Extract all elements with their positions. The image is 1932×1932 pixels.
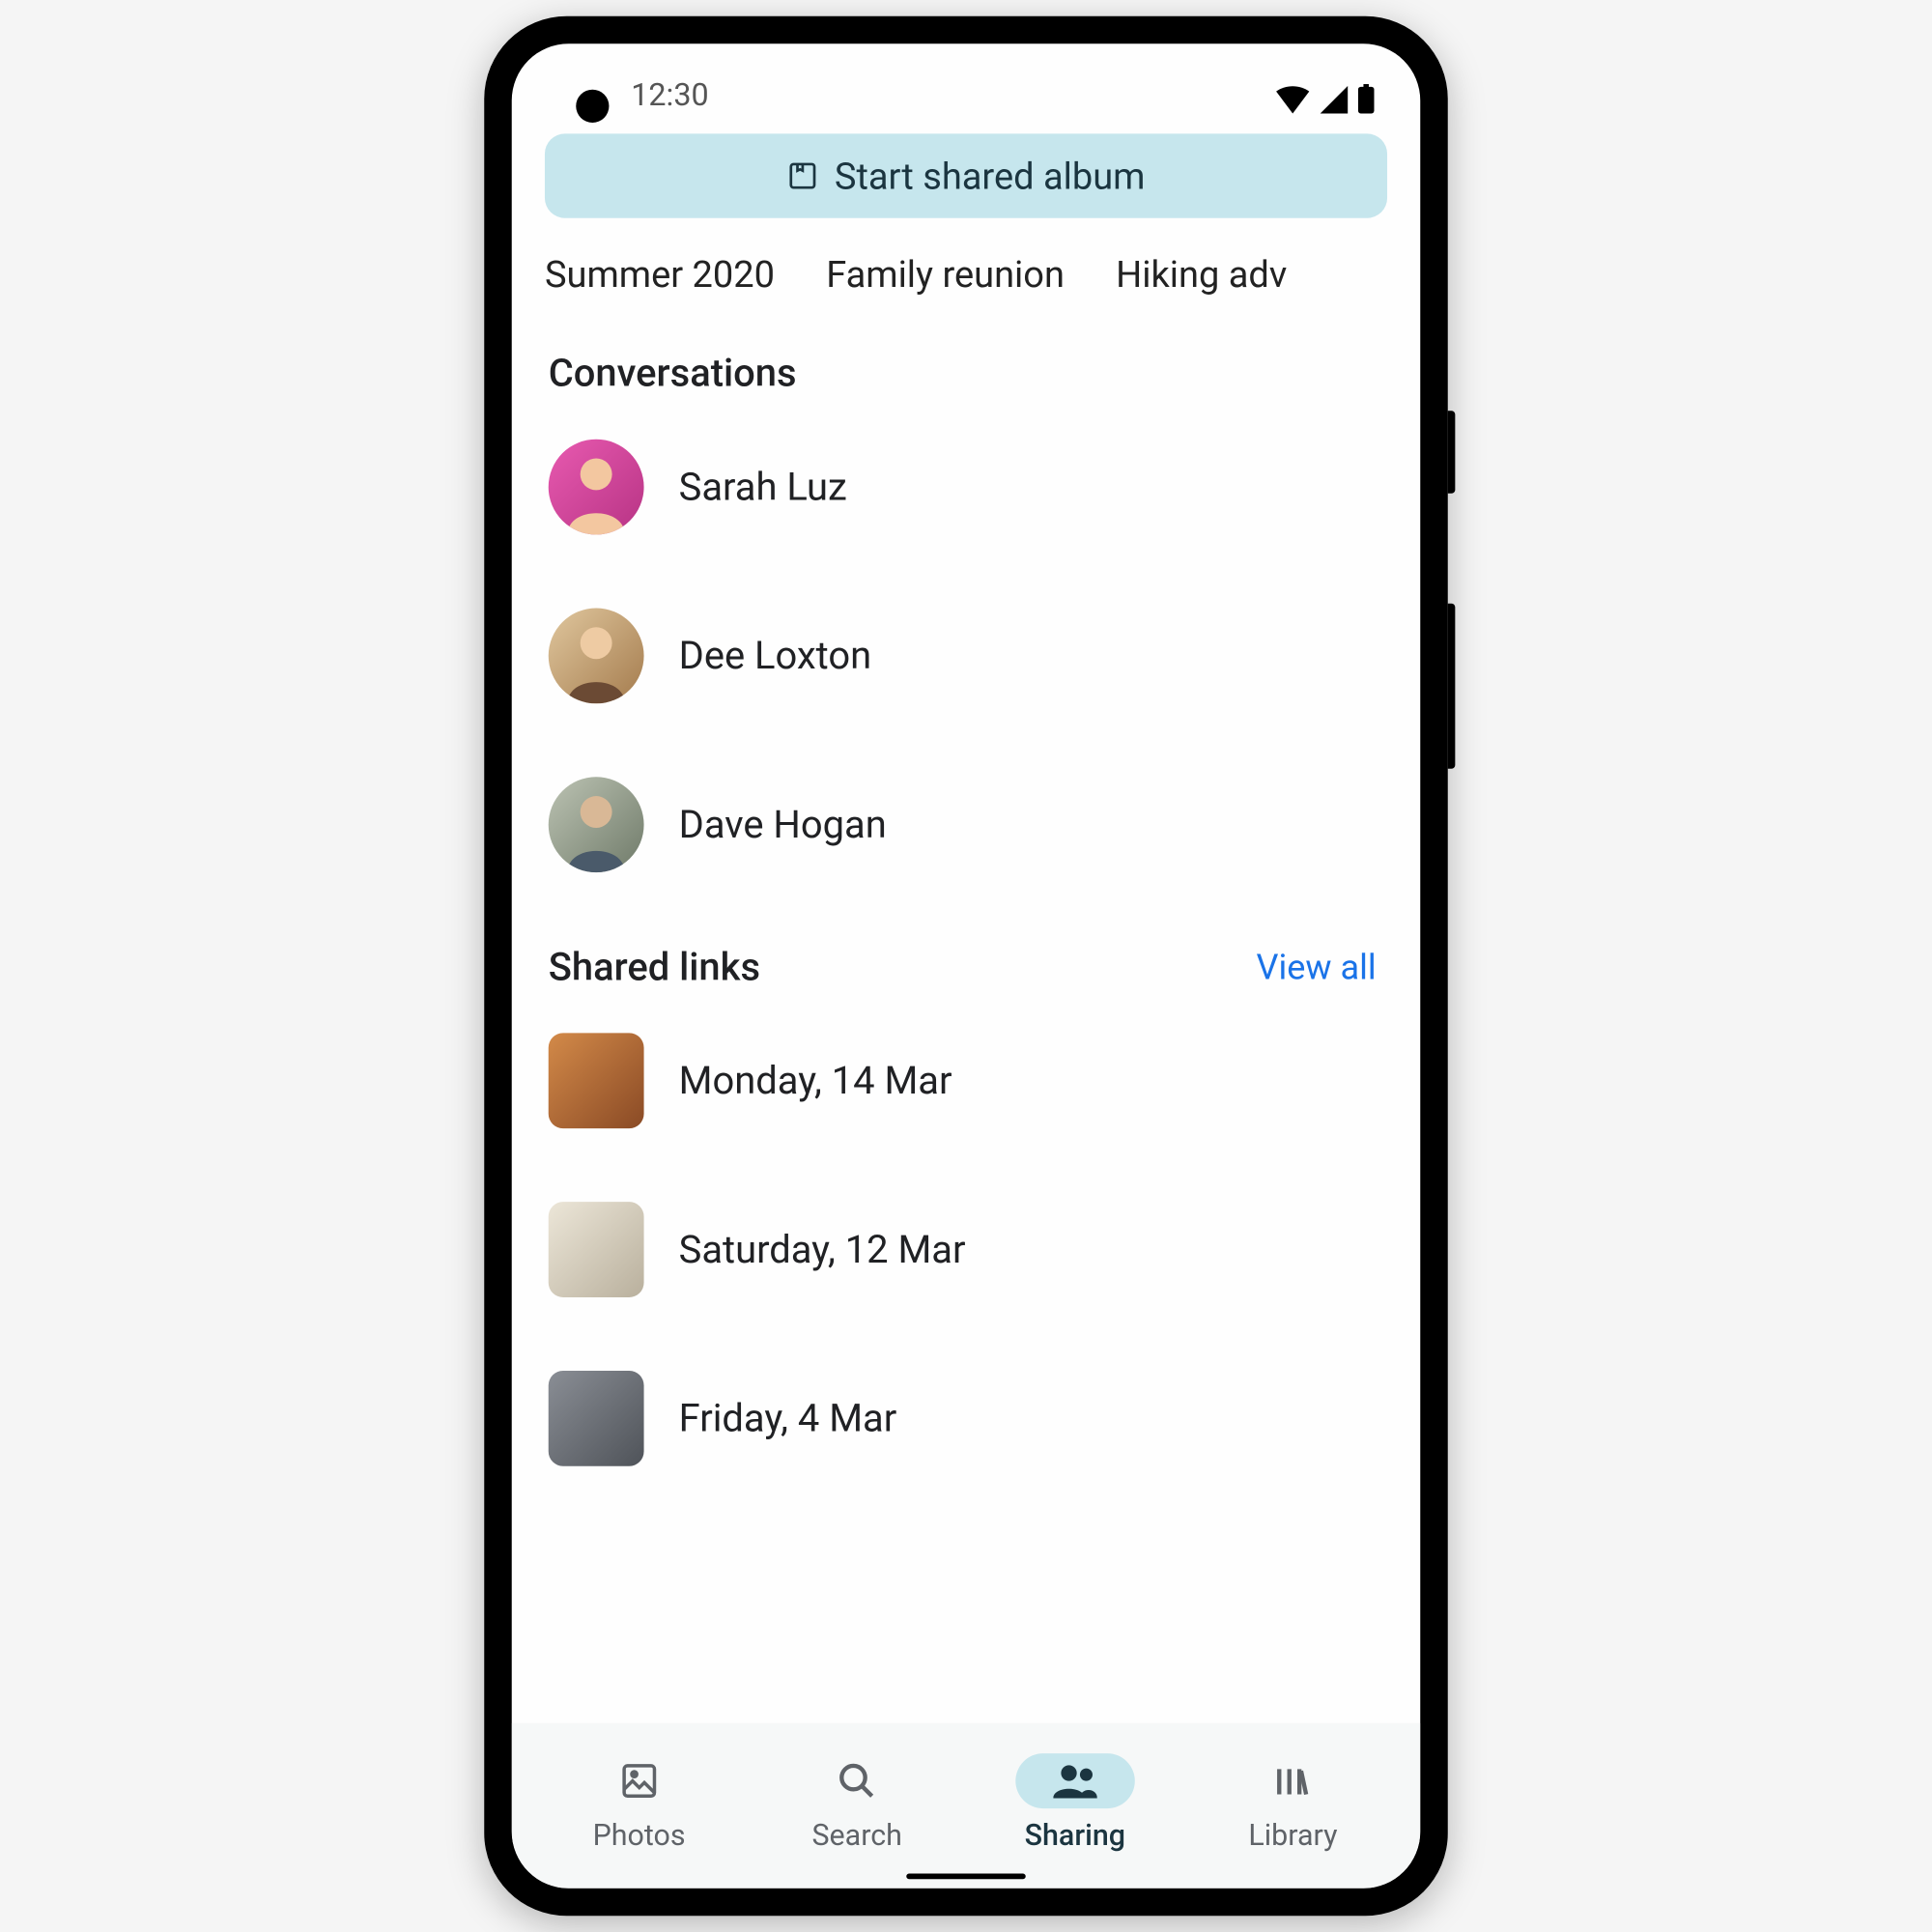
library-icon [1273,1761,1314,1802]
shared-link-label: Monday, 14 Mar [679,1058,952,1103]
status-icons [1275,84,1375,113]
shared-link-item[interactable]: Saturday, 12 Mar [549,1190,1384,1310]
power-button [1448,411,1456,494]
front-camera [576,90,609,123]
wifi-icon [1275,86,1310,114]
shared-links-title: Shared links [549,945,1257,990]
conversation-name: Sarah Luz [679,465,847,510]
shared-links-header: Shared links View all [512,934,1421,1021]
status-time: 12:30 [631,76,708,113]
photos-icon [619,1761,660,1802]
view-all-link[interactable]: View all [1256,948,1376,988]
nav-label: Sharing [1025,1818,1125,1853]
album-chip-summer-2020[interactable]: Summer 2020 [545,253,775,297]
shared-link-label: Friday, 4 Mar [679,1396,897,1441]
volume-button [1448,604,1456,769]
nav-label: Library [1248,1818,1337,1853]
album-chip-hiking[interactable]: Hiking adv [1116,253,1287,297]
avatar [549,440,644,535]
nav-photos[interactable]: Photos [548,1741,731,1853]
conversation-item[interactable]: Dave Hogan [549,765,1384,885]
status-bar: 12:30 [512,43,1421,117]
nav-sharing[interactable]: Sharing [983,1741,1167,1853]
people-icon [1053,1763,1097,1800]
signal-icon [1320,86,1349,114]
avatar [549,777,644,872]
conversation-name: Dee Loxton [679,634,871,679]
conversations-title: Conversations [549,352,1377,397]
shared-link-thumb [549,1371,644,1466]
nav-label: Photos [593,1818,686,1853]
screen: 12:30 Start shared album Summer 2020 Fam… [512,43,1421,1889]
shared-link-label: Saturday, 12 Mar [679,1227,966,1272]
start-shared-album-button[interactable]: Start shared album [545,133,1387,217]
avatar [549,609,644,704]
conversations-header: Conversations [512,340,1421,427]
shared-link-item[interactable]: Monday, 14 Mar [549,1021,1384,1141]
shared-album-icon [786,160,817,191]
home-indicator[interactable] [906,1874,1026,1880]
conversation-item[interactable]: Dee Loxton [549,596,1384,716]
shared-link-thumb [549,1202,644,1297]
shared-link-thumb [549,1033,644,1128]
search-icon [837,1761,877,1802]
shared-link-item[interactable]: Friday, 4 Mar [549,1359,1384,1479]
nav-search[interactable]: Search [765,1741,949,1853]
album-chip-family-reunion[interactable]: Family reunion [826,253,1065,297]
nav-library[interactable]: Library [1201,1741,1384,1853]
phone-frame: 12:30 Start shared album Summer 2020 Fam… [484,16,1448,1917]
conversation-item[interactable]: Sarah Luz [549,427,1384,546]
bottom-nav: Photos Search Sharing Library [512,1723,1421,1889]
nav-label: Search [811,1818,901,1853]
battery-icon [1358,84,1375,113]
start-shared-album-label: Start shared album [835,155,1146,198]
conversation-name: Dave Hogan [679,802,887,847]
album-chips[interactable]: Summer 2020 Family reunion Hiking adv [512,218,1421,340]
